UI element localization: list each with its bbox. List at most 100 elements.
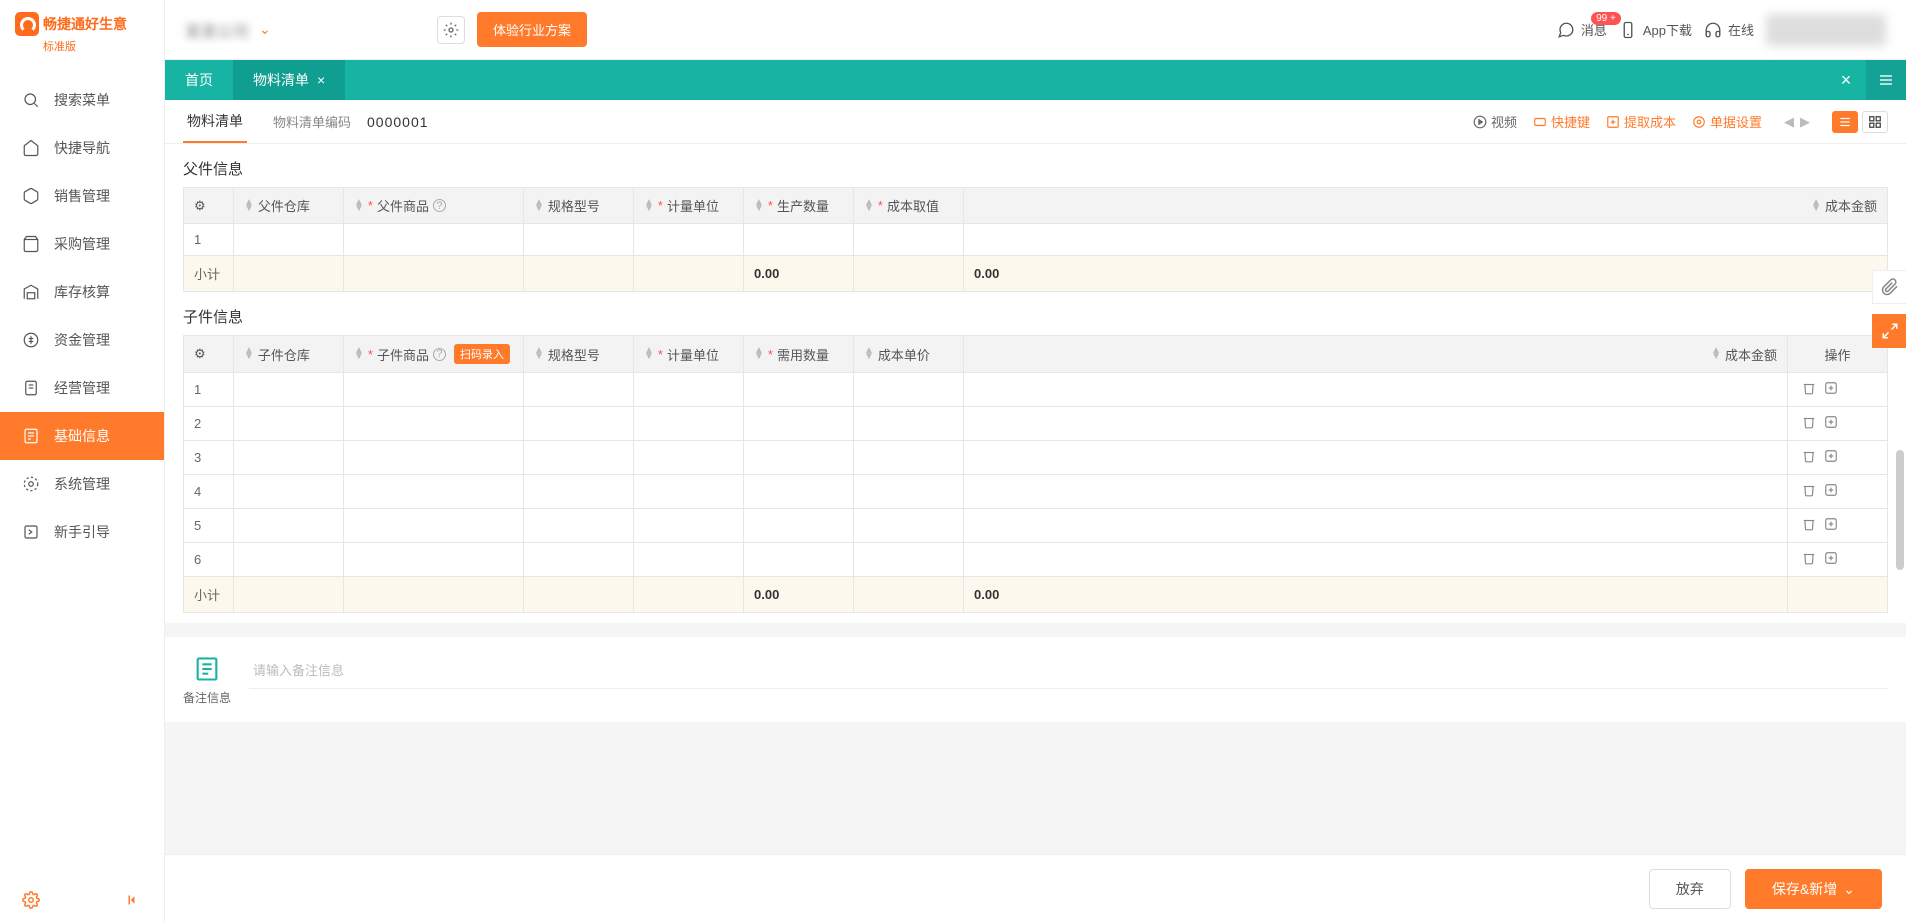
- video-link[interactable]: 视频: [1473, 112, 1517, 131]
- delete-row[interactable]: [1802, 483, 1816, 497]
- topbar: 某某公司 ⌄ 体验行业方案 消息 99 + App下载 在线: [165, 0, 1906, 60]
- prev-doc[interactable]: ◀: [1784, 114, 1794, 130]
- table-row[interactable]: 2: [184, 407, 1888, 441]
- sidebar-item-label: 经营管理: [54, 378, 110, 398]
- brand-icon: [15, 12, 39, 36]
- child-th-product[interactable]: ▲▼*子件商品?扫码录入: [344, 336, 524, 373]
- warehouse-icon: [22, 283, 40, 301]
- doc-nav-arrows: ◀ ▶: [1784, 114, 1810, 130]
- parent-th-warehouse[interactable]: ▲▼父件仓库: [234, 188, 344, 224]
- remarks-section: 备注信息: [165, 637, 1906, 722]
- user-avatar[interactable]: [1766, 14, 1886, 46]
- add-row[interactable]: [1824, 449, 1838, 463]
- parent-th-costmethod[interactable]: ▲▼*成本取值: [854, 188, 964, 224]
- parent-gear[interactable]: ⚙: [184, 188, 234, 224]
- gear-dashed-icon: [22, 475, 40, 493]
- sidebar-item-label: 库存核算: [54, 282, 110, 302]
- child-th-qty[interactable]: ▲▼*需用数量: [744, 336, 854, 373]
- sidebar-item-8[interactable]: 系统管理: [0, 460, 164, 508]
- view-list[interactable]: [1832, 111, 1858, 133]
- search-icon: [22, 91, 40, 109]
- tab-bom[interactable]: 物料清单 ×: [233, 60, 345, 100]
- content: 物料清单 物料清单编码 0000001 视频 快捷键 提取成本 单据设置 ◀ ▶: [165, 100, 1906, 854]
- parent-table: ⚙ ▲▼父件仓库 ▲▼*父件商品? ▲▼规格型号 ▲▼*计量单位 ▲▼*生产数量…: [183, 187, 1888, 292]
- add-row[interactable]: [1824, 415, 1838, 429]
- delete-row[interactable]: [1802, 517, 1816, 531]
- sidebar-item-9[interactable]: 新手引导: [0, 508, 164, 556]
- doc-settings-link[interactable]: 单据设置: [1692, 112, 1762, 131]
- scan-badge[interactable]: 扫码录入: [454, 344, 510, 364]
- expand-button[interactable]: [1872, 314, 1906, 348]
- view-grid[interactable]: [1862, 111, 1888, 133]
- footer: 放弃 保存&新增 ⌄: [165, 854, 1906, 923]
- delete-row[interactable]: [1802, 381, 1816, 395]
- settings-icon[interactable]: [22, 891, 40, 909]
- collapse-icon[interactable]: [124, 891, 142, 909]
- guide-icon: [22, 523, 40, 541]
- floating-toolbar: [1872, 270, 1906, 348]
- discard-button[interactable]: 放弃: [1649, 869, 1731, 909]
- delete-row[interactable]: [1802, 415, 1816, 429]
- add-row[interactable]: [1824, 551, 1838, 565]
- child-th-unitcost[interactable]: ▲▼成本单价: [854, 336, 964, 373]
- tabbar-menu[interactable]: [1866, 60, 1906, 100]
- box-icon: [22, 187, 40, 205]
- sidebar-item-1[interactable]: 快捷导航: [0, 124, 164, 172]
- extract-cost-link[interactable]: 提取成本: [1606, 112, 1676, 131]
- attachment-button[interactable]: [1872, 270, 1906, 304]
- table-row[interactable]: 1: [184, 373, 1888, 407]
- bom-code-value: 0000001: [367, 114, 429, 130]
- child-th-cost[interactable]: ▲▼成本金额: [964, 336, 1788, 373]
- company-settings-button[interactable]: [437, 16, 465, 44]
- add-row[interactable]: [1824, 483, 1838, 497]
- table-row[interactable]: 5: [184, 509, 1888, 543]
- messages-badge: 99 +: [1591, 12, 1621, 25]
- child-gear[interactable]: ⚙: [184, 336, 234, 373]
- messages-button[interactable]: 消息 99 +: [1557, 20, 1607, 39]
- shortcut-link[interactable]: 快捷键: [1533, 112, 1590, 131]
- child-th-warehouse[interactable]: ▲▼子件仓库: [234, 336, 344, 373]
- chevron-down-icon: ⌄: [259, 21, 271, 38]
- parent-th-product[interactable]: ▲▼*父件商品?: [344, 188, 524, 224]
- sidebar-item-6[interactable]: 经营管理: [0, 364, 164, 412]
- sidebar-item-4[interactable]: 库存核算: [0, 268, 164, 316]
- parent-th-unit[interactable]: ▲▼*计量单位: [634, 188, 744, 224]
- company-selector[interactable]: 某某公司 ⌄: [185, 18, 425, 42]
- child-subtotal-row: 小计 0.00 0.00: [184, 577, 1888, 613]
- online-support-button[interactable]: 在线: [1704, 20, 1754, 39]
- scrollbar[interactable]: [1896, 450, 1904, 570]
- parent-th-qty[interactable]: ▲▼*生产数量: [744, 188, 854, 224]
- add-row[interactable]: [1824, 381, 1838, 395]
- app-download-label: App下载: [1643, 20, 1692, 39]
- delete-row[interactable]: [1802, 551, 1816, 565]
- table-row[interactable]: 4: [184, 475, 1888, 509]
- industry-cta-button[interactable]: 体验行业方案: [477, 12, 587, 47]
- sidebar-item-0[interactable]: 搜索菜单: [0, 76, 164, 124]
- parent-th-spec[interactable]: ▲▼规格型号: [524, 188, 634, 224]
- bag-icon: [22, 235, 40, 253]
- save-new-button[interactable]: 保存&新增 ⌄: [1745, 869, 1882, 909]
- tabbar: 首页 物料清单 × ×: [165, 60, 1906, 100]
- help-icon[interactable]: ?: [433, 348, 446, 361]
- sub-tab-bom[interactable]: 物料清单: [183, 101, 247, 143]
- online-label: 在线: [1728, 20, 1754, 39]
- sidebar-item-3[interactable]: 采购管理: [0, 220, 164, 268]
- sidebar-item-5[interactable]: 资金管理: [0, 316, 164, 364]
- delete-row[interactable]: [1802, 449, 1816, 463]
- sidebar-item-7[interactable]: 基础信息: [0, 412, 164, 460]
- add-row[interactable]: [1824, 517, 1838, 531]
- close-icon[interactable]: ×: [317, 72, 325, 88]
- next-doc[interactable]: ▶: [1800, 114, 1810, 130]
- child-th-spec[interactable]: ▲▼规格型号: [524, 336, 634, 373]
- table-row[interactable]: 3: [184, 441, 1888, 475]
- help-icon[interactable]: ?: [433, 199, 446, 212]
- parent-th-cost[interactable]: ▲▼成本金额: [964, 188, 1888, 224]
- tab-home[interactable]: 首页: [165, 60, 233, 100]
- table-row[interactable]: 6: [184, 543, 1888, 577]
- app-download-button[interactable]: App下载: [1619, 20, 1692, 39]
- child-th-unit[interactable]: ▲▼*计量单位: [634, 336, 744, 373]
- remarks-input[interactable]: [249, 653, 1888, 689]
- tabbar-close-all[interactable]: ×: [1826, 60, 1866, 100]
- sidebar-item-2[interactable]: 销售管理: [0, 172, 164, 220]
- table-row[interactable]: 1: [184, 224, 1888, 256]
